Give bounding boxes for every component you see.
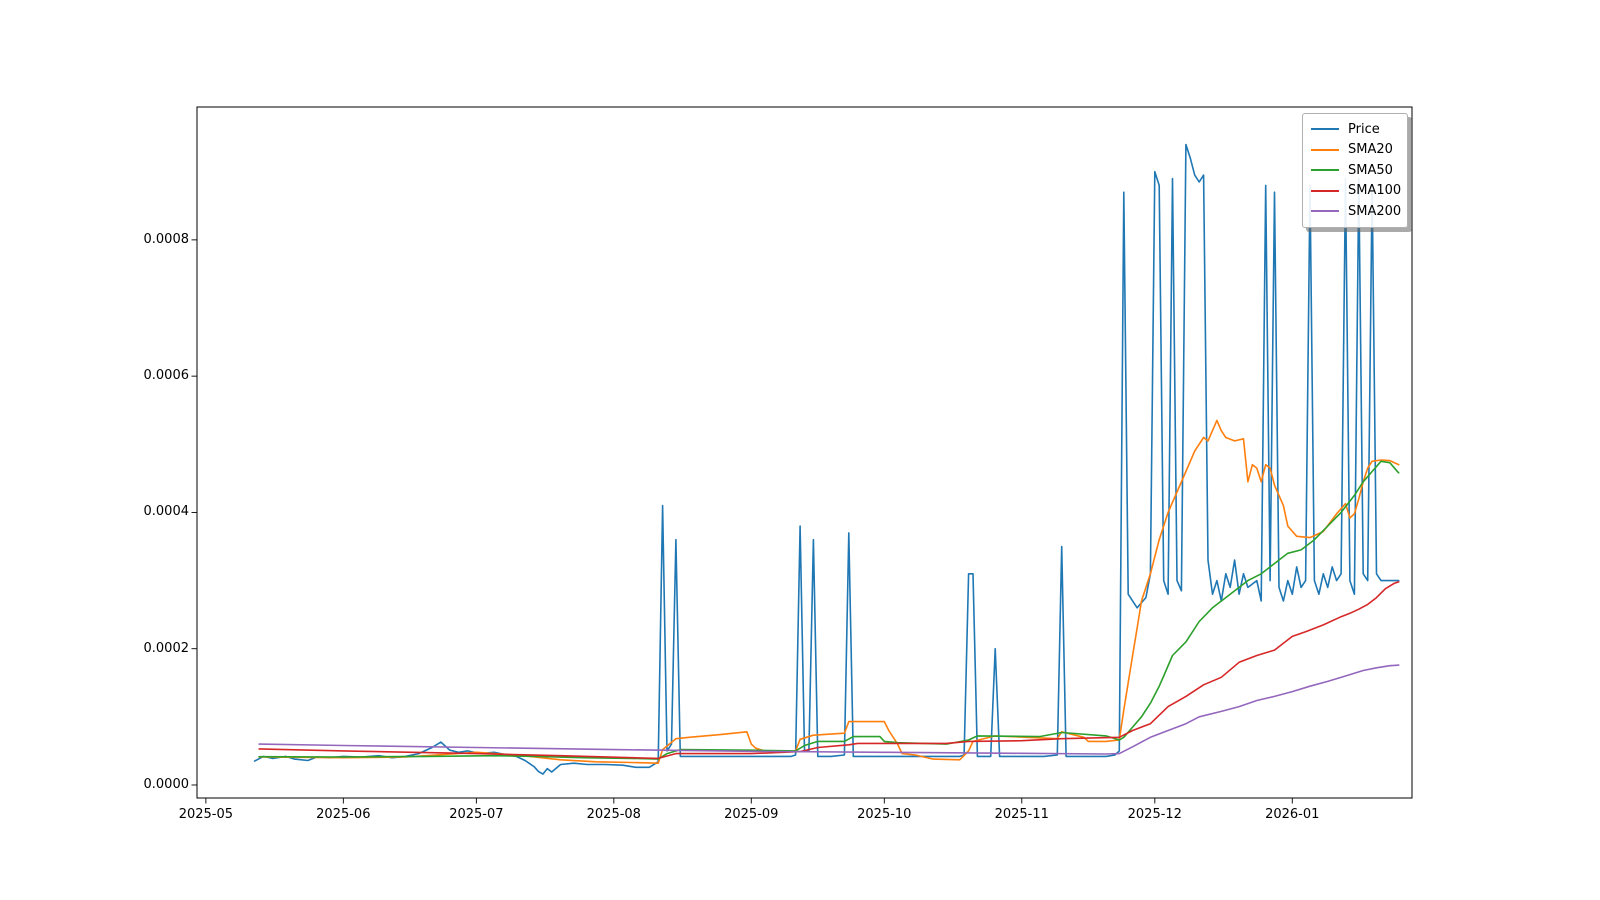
y-tick-label: 0.0000 [143,776,190,792]
legend-item-price: Price [1311,119,1399,140]
x-tick-label: 2025-10 [857,807,912,822]
plot-area [197,107,1412,798]
y-tick-label: 0.0004 [143,504,190,520]
legend-item-sma50: SMA50 [1311,160,1399,181]
sma20-line-swatch [1311,148,1339,151]
x-tick-label: 2025-05 [178,807,234,822]
legend-label: SMA100 [1348,183,1402,199]
x-tick-label: 2025-08 [586,807,641,822]
x-tick-label: 2025-07 [449,807,504,822]
legend-item-sma100: SMA100 [1311,181,1402,202]
sma50-line-swatch [1311,169,1339,172]
x-tick-label: 2025-09 [724,807,779,822]
sma100-line-swatch [1311,189,1339,192]
legend-label: SMA50 [1348,162,1393,178]
figure-canvas: 2025-05 2025-06 2025-07 2025-08 2025-09 … [0,0,1600,900]
y-tick-label: 0.0006 [143,368,190,384]
x-tick-label: 2025-06 [316,807,371,822]
legend-label: Price [1348,121,1380,137]
y-tick-label: 0.0008 [143,231,190,247]
x-tick-label: 2025-11 [994,807,1049,822]
legend-item-sma200: SMA200 [1311,201,1402,222]
y-tick-label: 0.0002 [143,640,190,656]
x-tick-label: 2025-12 [1127,807,1182,822]
legend-label: SMA200 [1348,203,1402,219]
legend-label: SMA20 [1348,142,1393,158]
chart-legend: Price SMA20 SMA50 SMA100 SMA200 [1302,113,1408,228]
price-line-swatch [1311,128,1339,131]
x-tick-label: 2026-01 [1265,807,1320,822]
legend-item-sma20: SMA20 [1311,140,1399,161]
sma200-line-swatch [1311,210,1339,213]
